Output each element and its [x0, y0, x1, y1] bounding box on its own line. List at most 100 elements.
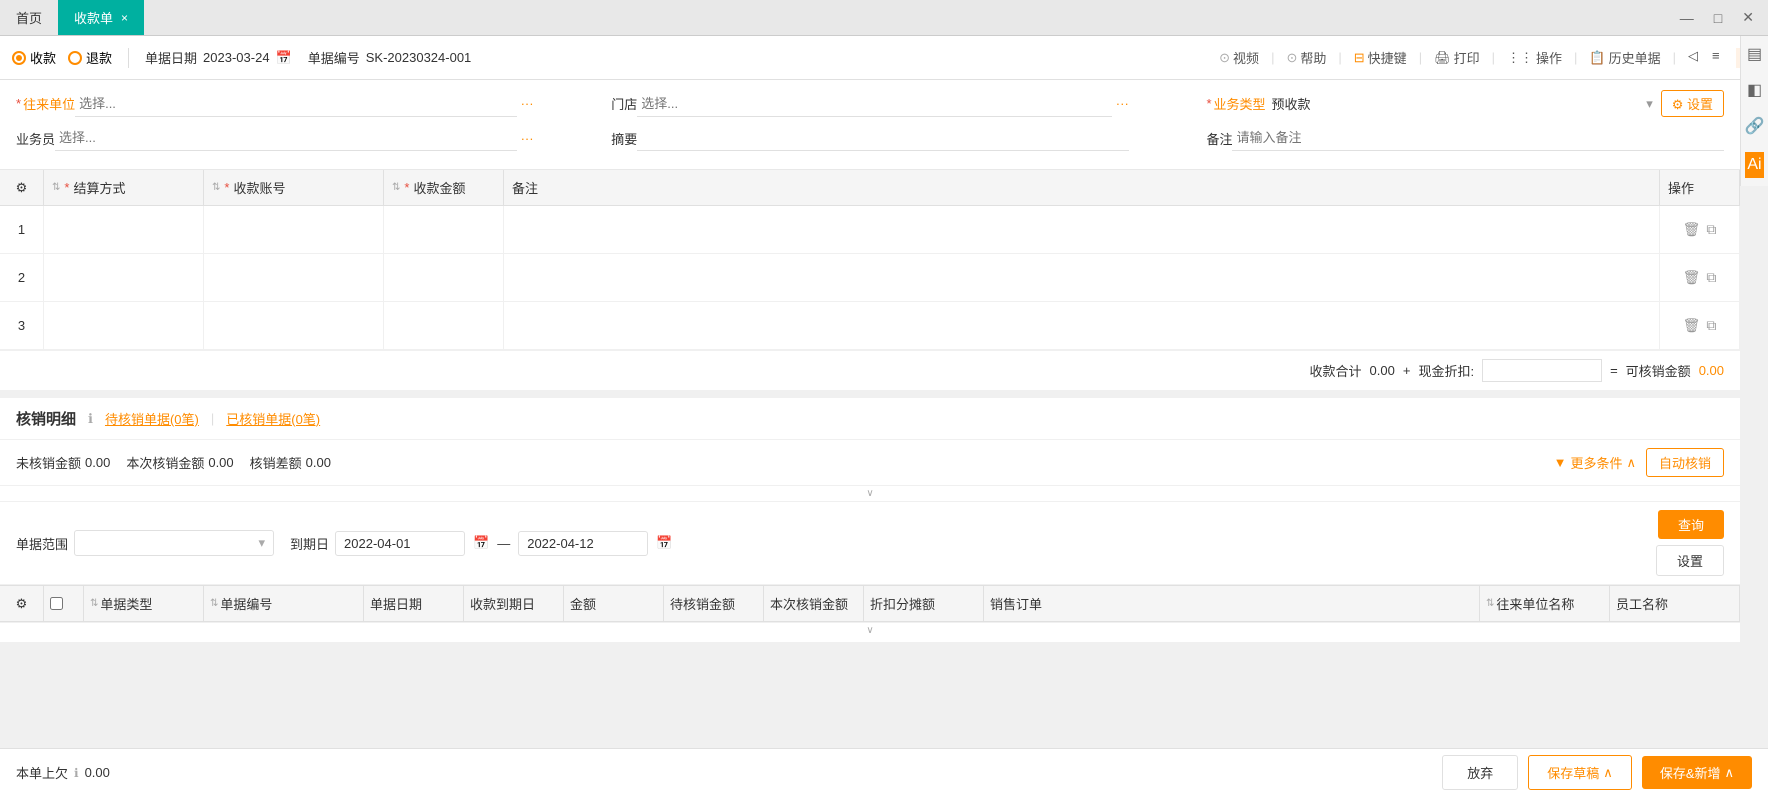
staff-input[interactable] — [55, 125, 517, 151]
store-more-icon[interactable]: ··· — [1116, 96, 1129, 111]
history-button[interactable]: 📋 历史单据 — [1589, 48, 1660, 67]
row-3-actions: 🗑 ⧉ — [1660, 302, 1740, 349]
row-2-delete-icon[interactable]: 🗑 — [1683, 269, 1701, 286]
row-3-amount[interactable] — [384, 302, 504, 349]
bth-checkbox[interactable] — [44, 586, 84, 621]
ops-button[interactable]: ⋮⋮ 操作 — [1507, 48, 1562, 67]
tab-home[interactable]: 首页 — [0, 0, 58, 35]
bth-pending: 待核销金额 — [664, 586, 764, 621]
hx-info-icon[interactable]: ℹ — [88, 411, 93, 427]
shortcut-button[interactable]: ⊟ 快捷键 — [1354, 48, 1407, 67]
date-to-input[interactable] — [518, 531, 648, 556]
maximize-button[interactable]: □ — [1708, 8, 1728, 28]
side-ai-icon[interactable]: Ai — [1745, 152, 1763, 178]
auto-write-off-button[interactable]: 自动核销 — [1646, 448, 1724, 477]
select-all-checkbox[interactable] — [50, 597, 63, 610]
discount-input[interactable] — [1482, 359, 1602, 382]
bth-partner: ⇅ 往来单位名称 — [1480, 586, 1610, 621]
more-conditions-button[interactable]: ▼ 更多条件 ∧ — [1554, 453, 1636, 472]
range-select[interactable]: ▾ — [74, 530, 274, 556]
date-to-calendar-icon[interactable]: 📅 — [656, 535, 672, 551]
row-1-delete-icon[interactable]: 🗑 — [1683, 221, 1701, 238]
staff-more-icon[interactable]: ··· — [521, 131, 534, 146]
row-3-remarks[interactable] — [504, 302, 1660, 349]
row-3-payment[interactable] — [44, 302, 204, 349]
row-2-account[interactable] — [204, 254, 384, 301]
tab-active[interactable]: 收款单 × — [58, 0, 144, 35]
bth-settings[interactable]: ⚙ — [0, 586, 44, 621]
settings-icon: ⚙ — [1672, 97, 1684, 112]
biz-type-dropdown-icon[interactable]: ▾ — [1646, 96, 1653, 112]
row-3-account[interactable] — [204, 302, 384, 349]
print-button[interactable]: 🖨 打印 — [1434, 48, 1480, 67]
hx-settings-button[interactable]: 设置 — [1656, 545, 1724, 576]
radio-collection-dot — [12, 51, 26, 65]
row-2-amount[interactable] — [384, 254, 504, 301]
date-from-calendar-icon[interactable]: 📅 — [473, 535, 489, 551]
hx-tab-done[interactable]: 已核销单据(0笔) — [226, 409, 320, 428]
side-split-icon[interactable]: ◧ — [1747, 80, 1762, 100]
save-draft-button[interactable]: 保存草稿 ∧ — [1528, 755, 1632, 790]
radio-refund[interactable]: 退款 — [68, 48, 112, 67]
top-toolbar: 收款 退款 单据日期 2023-03-24 📅 单据编号 SK-20230324… — [0, 36, 1768, 80]
radio-collection[interactable]: 收款 — [12, 48, 56, 67]
row-1-payment[interactable] — [44, 206, 204, 253]
row-3-delete-icon[interactable]: 🗑 — [1683, 317, 1701, 334]
side-link-icon[interactable]: 🔗 — [1745, 116, 1765, 136]
partner-input[interactable] — [75, 91, 517, 117]
store-input[interactable] — [637, 91, 1112, 117]
close-button[interactable]: ✕ — [1736, 7, 1760, 28]
row-num-1: 1 — [0, 206, 44, 253]
save-new-button[interactable]: 保存&新增 ∧ — [1642, 756, 1752, 789]
layout-list-icon[interactable]: ≡ — [1712, 48, 1732, 68]
partner-more-icon[interactable]: ··· — [521, 96, 534, 111]
row-2-copy-icon[interactable]: ⧉ — [1706, 269, 1716, 286]
form-row-1: * 往来单位 ··· 门店 ··· * 业务类型 预收款 — [16, 90, 1724, 117]
diff-amount: 核销差额 0.00 — [250, 453, 331, 472]
query-button[interactable]: 查询 — [1658, 510, 1724, 539]
row-num-2: 2 — [0, 254, 44, 301]
table-section: ⚙ ⇅ * 结算方式 ⇅ * 收款账号 ⇅ * 收款金额 — [0, 170, 1740, 350]
summary-input[interactable] — [637, 125, 1129, 151]
bth-current: 本次核销金额 — [764, 586, 864, 621]
row-1-amount[interactable] — [384, 206, 504, 253]
footer-info-icon[interactable]: ℹ — [74, 766, 79, 780]
circle-icon: ⊙ — [1219, 50, 1230, 66]
bottom-table-header: ⚙ ⇅ 单据类型 ⇅ 单据编号 单据日期 收款到期日 金额 — [0, 585, 1740, 622]
tab-close-icon[interactable]: × — [121, 11, 128, 25]
date-field: 单据日期 2023-03-24 📅 — [145, 48, 292, 67]
layout-left-icon[interactable]: ◁ — [1688, 48, 1708, 68]
row-2-payment[interactable] — [44, 254, 204, 301]
bth-amount: 金额 — [564, 586, 664, 621]
video-button[interactable]: ⊙ 视频 — [1219, 48, 1259, 67]
tab-bar: 首页 收款单 × — □ ✕ — [0, 0, 1768, 36]
save-draft-arrow-icon: ∧ — [1603, 765, 1613, 781]
footer-right: 放弃 保存草稿 ∧ 保存&新增 ∧ — [1442, 755, 1752, 790]
radio-group: 收款 退款 — [12, 48, 112, 67]
table-settings-col[interactable]: ⚙ — [0, 170, 44, 205]
row-2-remarks[interactable] — [504, 254, 1660, 301]
date-calendar-icon[interactable]: 📅 — [276, 50, 292, 66]
row-1-account[interactable] — [204, 206, 384, 253]
remarks-input[interactable] — [1232, 125, 1724, 151]
row-3-copy-icon[interactable]: ⧉ — [1706, 317, 1716, 334]
row-1-remarks[interactable] — [504, 206, 1660, 253]
bth-discount: 折扣分摊额 — [864, 586, 984, 621]
th-account: ⇅ * 收款账号 — [204, 170, 384, 205]
form-area: * 往来单位 ··· 门店 ··· * 业务类型 预收款 — [0, 80, 1740, 170]
biz-type-field: * 业务类型 预收款 ▾ ⚙ 设置 — [1206, 90, 1724, 117]
row-1-copy-icon[interactable]: ⧉ — [1706, 221, 1716, 238]
discard-button[interactable]: 放弃 — [1442, 755, 1518, 790]
hx-tab-pending[interactable]: 待核销单据(0笔) — [105, 409, 199, 428]
stats-right: ▼ 更多条件 ∧ 自动核销 — [1554, 448, 1724, 477]
settings-button[interactable]: ⚙ 设置 — [1661, 90, 1724, 117]
footer-left: 本单上欠 ℹ 0.00 — [16, 763, 110, 782]
help-button[interactable]: ⊙ 帮助 — [1286, 48, 1326, 67]
side-table-icon[interactable]: ▤ — [1747, 44, 1762, 64]
date-from-input[interactable] — [335, 531, 465, 556]
radio-refund-dot — [68, 51, 82, 65]
ops-icon: ⋮⋮ — [1507, 50, 1533, 66]
form-row-2: 业务员 ··· 摘要 备注 — [16, 125, 1724, 151]
main-content: * 往来单位 ··· 门店 ··· * 业务类型 预收款 — [0, 80, 1740, 792]
minimize-button[interactable]: — — [1674, 8, 1700, 28]
